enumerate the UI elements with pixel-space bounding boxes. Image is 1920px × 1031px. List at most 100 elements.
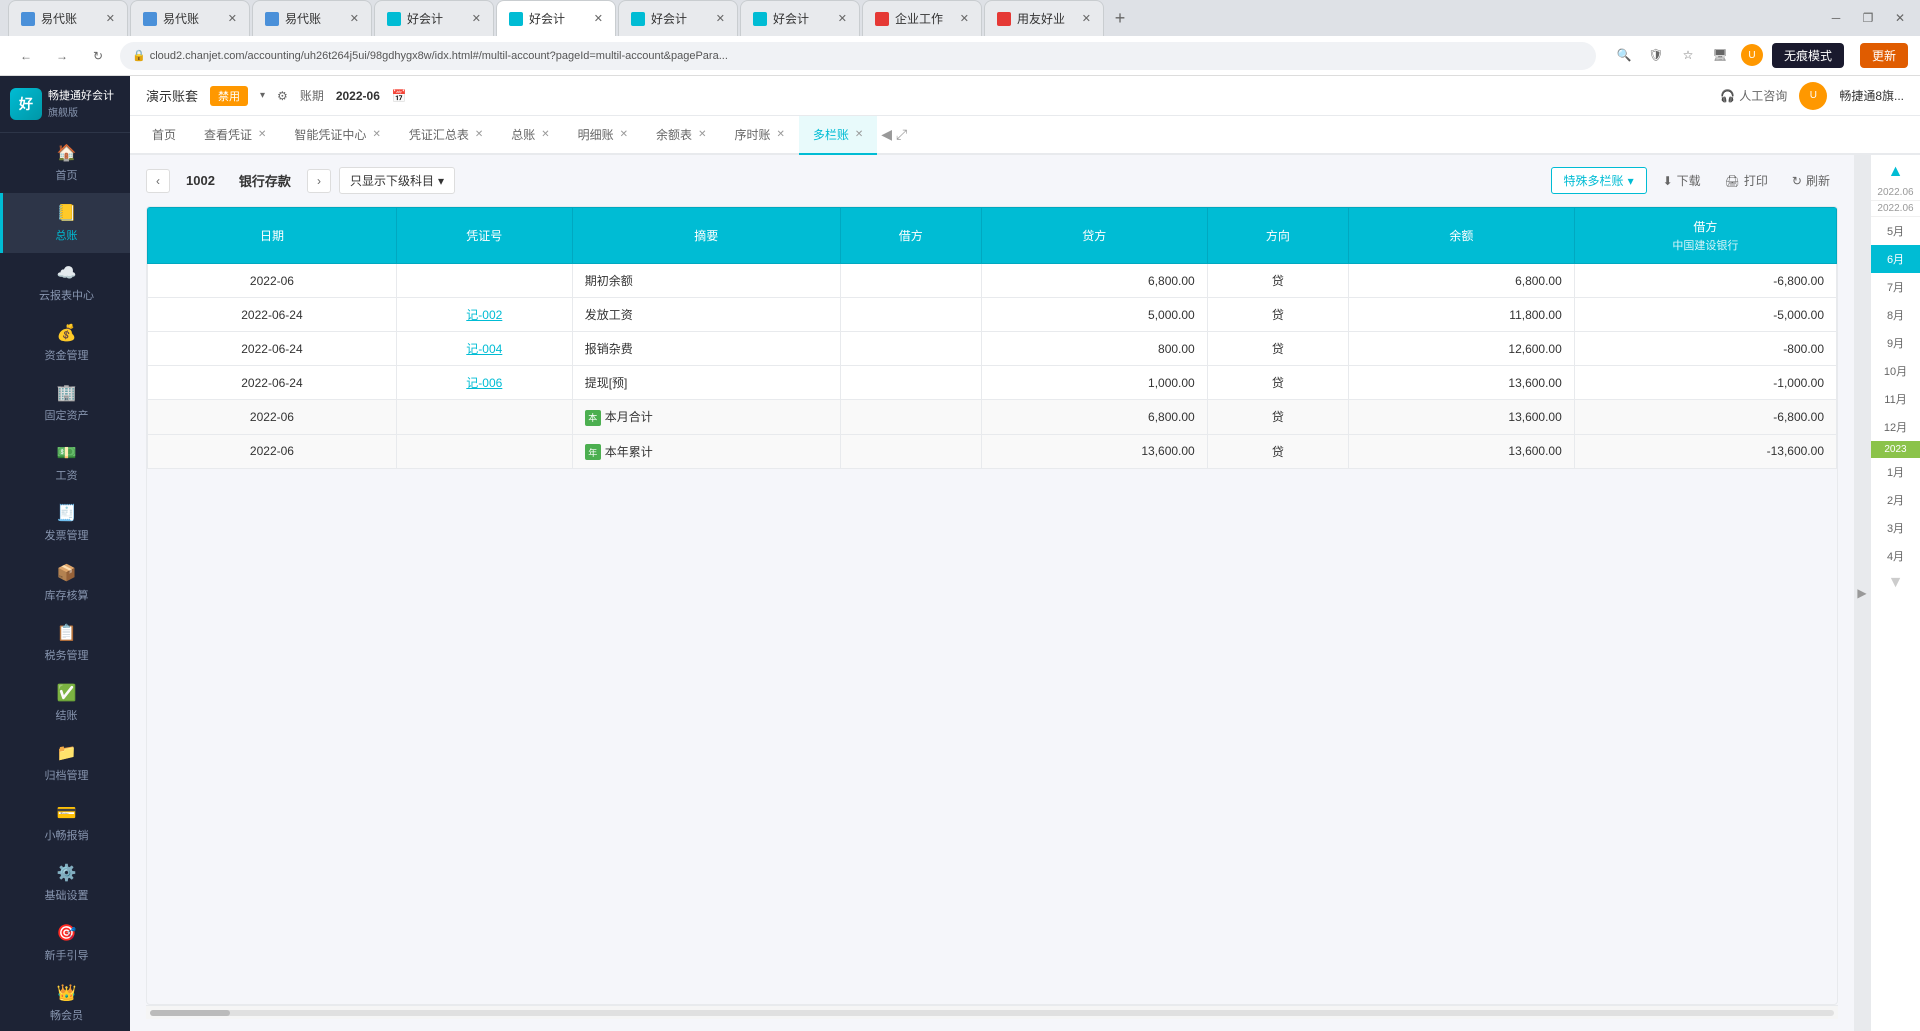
reload-button[interactable]: ↻	[84, 42, 112, 70]
sidebar-item-tax[interactable]: 📋 税务管理	[0, 613, 130, 673]
expand-tab-icon[interactable]: ⤢	[896, 126, 907, 143]
back-button[interactable]: ←	[12, 42, 40, 70]
tab-balance[interactable]: 余额表 ✕	[642, 116, 720, 155]
sidebar-item-reports[interactable]: ☁️ 云报表中心	[0, 253, 130, 313]
tab-voucher-summary[interactable]: 凭证汇总表 ✕	[395, 116, 497, 155]
tab-close-7[interactable]: ✕	[838, 12, 847, 25]
browser-tab-2[interactable]: 易代账 ✕	[130, 0, 250, 36]
tab-close-1[interactable]: ✕	[106, 12, 115, 25]
tab-close-multi-column[interactable]: ✕	[855, 129, 863, 140]
tab-sequence[interactable]: 序时账 ✕	[720, 116, 798, 155]
time-item-jun[interactable]: 6月	[1871, 245, 1920, 273]
voucher-link[interactable]: 记-004	[466, 342, 502, 356]
settings-gear-icon[interactable]: ⚙	[277, 89, 288, 103]
time-item-feb[interactable]: 2月	[1871, 486, 1920, 514]
tab-multi-column[interactable]: 多栏账 ✕	[799, 116, 877, 155]
tab-close-2[interactable]: ✕	[228, 12, 237, 25]
sidebar-item-guide[interactable]: 🎯 新手引导	[0, 913, 130, 973]
screen-icon[interactable]: 🖥	[1708, 43, 1732, 67]
browser-tab-4[interactable]: 好会计 ✕	[374, 0, 494, 36]
time-scroll-down-button[interactable]: ▼	[1884, 570, 1908, 596]
sidebar-item-expense[interactable]: 💳 小畅报销	[0, 793, 130, 853]
badge-dropdown-icon[interactable]: ▾	[260, 90, 265, 101]
tab-detail-ledger[interactable]: 明细账 ✕	[564, 116, 642, 155]
sidebar-item-member[interactable]: 👑 畅会员	[0, 973, 130, 1031]
tab-close-8[interactable]: ✕	[960, 12, 969, 25]
time-item-nov[interactable]: 11月	[1871, 385, 1920, 413]
tab-close-9[interactable]: ✕	[1082, 12, 1091, 25]
time-scroll-up-button[interactable]: ▲	[1884, 159, 1908, 185]
voucher-link[interactable]: 记-006	[466, 376, 502, 390]
side-collapse-button[interactable]: ▶	[1854, 155, 1870, 1031]
voucher-link[interactable]: 记-002	[466, 308, 502, 322]
update-button[interactable]: 更新	[1860, 43, 1908, 68]
tab-smart-voucher[interactable]: 智能凭证中心 ✕	[280, 116, 394, 155]
tab-close-6[interactable]: ✕	[716, 12, 725, 25]
tab-close-general-ledger[interactable]: ✕	[541, 129, 549, 140]
minimize-button[interactable]: ─	[1824, 6, 1848, 30]
time-item-may[interactable]: 5月	[1871, 217, 1920, 245]
time-item-mar[interactable]: 3月	[1871, 514, 1920, 542]
browser-tab-9[interactable]: 用友好业 ✕	[984, 0, 1104, 36]
browser-tab-7[interactable]: 好会计 ✕	[740, 0, 860, 36]
time-item-jan[interactable]: 1月	[1871, 458, 1920, 486]
special-multi-column-button[interactable]: 特殊多栏账 ▾	[1551, 167, 1647, 194]
download-button[interactable]: ⬇ 下载	[1655, 168, 1709, 193]
time-item-apr[interactable]: 4月	[1871, 542, 1920, 570]
sidebar-item-close[interactable]: ✅ 结账	[0, 673, 130, 733]
browser-tab-8[interactable]: 企业工作 ✕	[862, 0, 982, 36]
horizontal-scrollbar[interactable]	[146, 1005, 1838, 1019]
browser-tab-1[interactable]: 易代账 ✕	[8, 0, 128, 36]
tab-close-4[interactable]: ✕	[472, 12, 481, 25]
maximize-button[interactable]: ❐	[1856, 6, 1880, 30]
prev-account-button[interactable]: ‹	[146, 169, 170, 193]
consult-button[interactable]: 🎧 人工咨询	[1720, 87, 1787, 104]
scroll-thumb[interactable]	[150, 1010, 230, 1016]
sidebar-item-inventory[interactable]: 📦 库存核算	[0, 553, 130, 613]
time-item-oct[interactable]: 10月	[1871, 357, 1920, 385]
tab-close-5[interactable]: ✕	[594, 12, 603, 25]
url-input[interactable]: 🔒 cloud2.chanjet.com/accounting/uh26t264…	[120, 42, 1596, 70]
sidebar-item-funds[interactable]: 💰 资金管理	[0, 313, 130, 373]
tab-close-smart-voucher[interactable]: ✕	[372, 129, 380, 140]
sidebar-item-assets[interactable]: 🏢 固定资产	[0, 373, 130, 433]
calendar-icon[interactable]: 📅	[392, 89, 407, 103]
tab-home[interactable]: 首页	[138, 116, 190, 155]
shield-icon[interactable]: 🛡	[1644, 43, 1668, 67]
tab-view-voucher[interactable]: 查看凭证 ✕	[190, 116, 280, 155]
time-item-jul[interactable]: 7月	[1871, 273, 1920, 301]
filter-dropdown[interactable]: 只显示下级科目 ▾	[339, 167, 455, 194]
tab-close-balance[interactable]: ✕	[698, 129, 706, 140]
star-icon[interactable]: ☆	[1676, 43, 1700, 67]
assets-icon: 🏢	[57, 383, 77, 403]
time-item-sep[interactable]: 9月	[1871, 329, 1920, 357]
tab-close-voucher-summary[interactable]: ✕	[475, 129, 483, 140]
app-layout: 好 畅捷通好会计 旗舰版 🏠 首页 📒 总账 ☁️ 云报表中心 💰 资金管理 🏢	[0, 76, 1920, 1031]
browser-tab-5[interactable]: 好会计 ✕	[496, 0, 616, 36]
stealth-mode-button[interactable]: 无痕模式	[1772, 43, 1844, 68]
tab-close-3[interactable]: ✕	[350, 12, 359, 25]
sidebar-item-settings[interactable]: ⚙️ 基础设置	[0, 853, 130, 913]
new-tab-button[interactable]: +	[1106, 4, 1134, 32]
time-item-dec[interactable]: 12月	[1871, 413, 1920, 441]
time-item-aug[interactable]: 8月	[1871, 301, 1920, 329]
sidebar-item-home[interactable]: 🏠 首页	[0, 133, 130, 193]
tab-close-detail-ledger[interactable]: ✕	[620, 129, 628, 140]
sidebar-item-salary[interactable]: 💵 工资	[0, 433, 130, 493]
browser-tab-3[interactable]: 易代账 ✕	[252, 0, 372, 36]
person-icon[interactable]: U	[1740, 43, 1764, 67]
close-window-button[interactable]: ✕	[1888, 6, 1912, 30]
sidebar-item-ledger[interactable]: 📒 总账	[0, 193, 130, 253]
forward-button[interactable]: →	[48, 42, 76, 70]
sidebar-item-archive[interactable]: 📁 归档管理	[0, 733, 130, 793]
search-icon[interactable]: 🔍	[1612, 43, 1636, 67]
browser-tab-6[interactable]: 好会计 ✕	[618, 0, 738, 36]
tab-close-sequence[interactable]: ✕	[776, 129, 784, 140]
tab-close-view-voucher[interactable]: ✕	[258, 129, 266, 140]
print-button[interactable]: 🖨 打印	[1717, 168, 1776, 193]
sidebar-item-invoice[interactable]: 🧾 发票管理	[0, 493, 130, 553]
collapse-tab-icon[interactable]: ◀	[881, 126, 892, 143]
tab-general-ledger[interactable]: 总账 ✕	[497, 116, 563, 155]
refresh-button[interactable]: ↻ 刷新	[1784, 168, 1838, 193]
next-account-button[interactable]: ›	[307, 169, 331, 193]
